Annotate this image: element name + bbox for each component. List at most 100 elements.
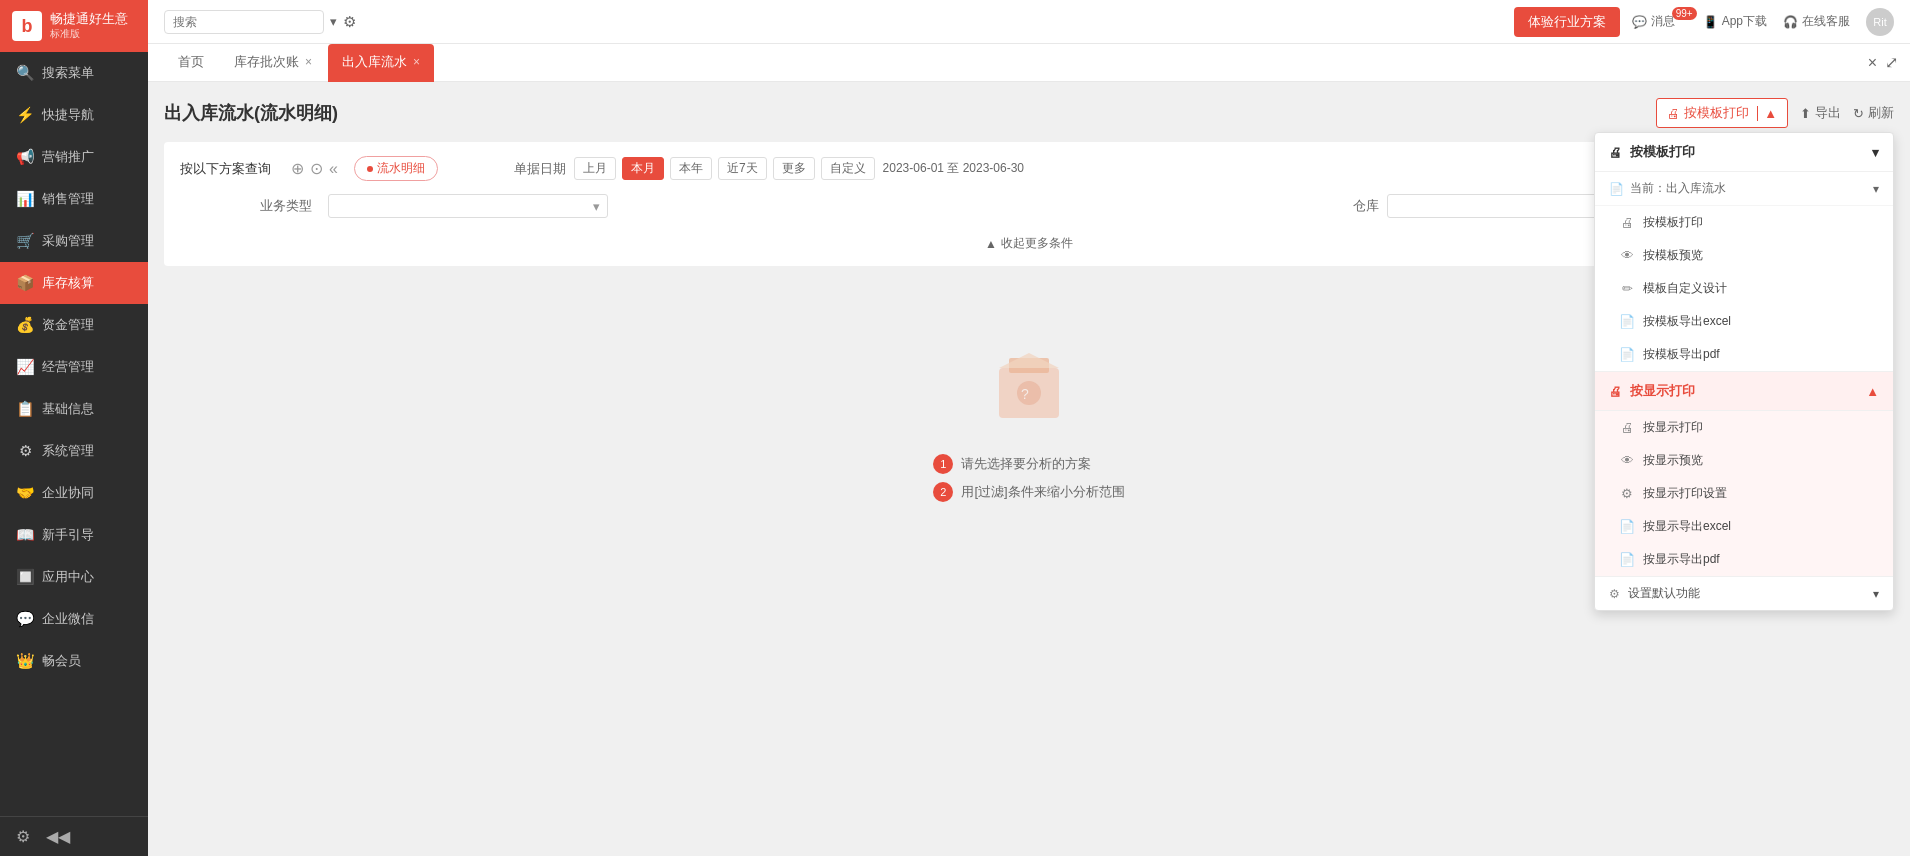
- display-excel-item[interactable]: 📄 按显示导出excel: [1595, 510, 1893, 543]
- print-template-label: 按模板打印: [1684, 104, 1749, 122]
- step-1-text: 请先选择要分析的方案: [961, 455, 1091, 473]
- user-avatar-area[interactable]: Rit: [1866, 8, 1894, 36]
- export-btn[interactable]: ⬆ 导出: [1800, 104, 1841, 122]
- search-input[interactable]: [164, 10, 324, 34]
- sidebar-item-member[interactable]: 👑 畅会员: [0, 640, 148, 682]
- message-badge: 99+: [1672, 7, 1697, 20]
- template-print-item[interactable]: 🖨 按模板打印: [1595, 206, 1893, 239]
- app-download-btn[interactable]: 📱 App下载: [1703, 13, 1767, 30]
- sidebar-logo: b 畅捷通好生意 标准版: [0, 0, 148, 52]
- filter-add-icon[interactable]: ⊕: [291, 159, 304, 178]
- collapse-more-btn[interactable]: ▲ 收起更多条件: [985, 235, 1073, 252]
- date-prev-month-btn[interactable]: 上月: [574, 157, 616, 180]
- display-preview-item-icon: 👁: [1619, 453, 1635, 469]
- sidebar-item-label: 系统管理: [42, 442, 94, 460]
- export-icon: ⬆: [1800, 106, 1811, 121]
- biz-type-select[interactable]: [328, 194, 608, 218]
- date-filter-area: 单据日期 上月 本月 本年 近7天 更多 自定义 2023-06-01 至 20…: [514, 157, 1024, 180]
- display-pdf-item-icon: 📄: [1619, 552, 1635, 568]
- template-preview-item-label: 按模板预览: [1643, 247, 1703, 264]
- current-template-sub-header[interactable]: 📄 当前：出入库流水 ▾: [1595, 172, 1893, 206]
- sidebar-item-label: 快捷导航: [42, 106, 94, 124]
- display-print-section-header[interactable]: 🖨 按显示打印 ▲: [1595, 372, 1893, 411]
- collapse-sidebar-icon[interactable]: ◀◀: [46, 827, 70, 846]
- svg-text:?: ?: [1021, 386, 1029, 402]
- sidebar-item-wechat[interactable]: 💬 企业微信: [0, 598, 148, 640]
- close-tab-window-btn[interactable]: ×: [1868, 54, 1877, 72]
- grid-icon: 🔲: [16, 568, 34, 586]
- display-print-item-label: 按显示打印: [1643, 419, 1703, 436]
- top-header: ▾ ⚙ 体验行业方案 💬 消息 99+ 📱 App下载 🎧 在线客服 Rit: [148, 0, 1910, 44]
- tab-batch[interactable]: 库存批次账 ×: [220, 44, 326, 82]
- industry-btn[interactable]: 体验行业方案: [1514, 7, 1620, 37]
- sidebar-item-inventory[interactable]: 📦 库存核算: [0, 262, 148, 304]
- filter-by-plan-label: 按以下方案查询: [180, 160, 271, 178]
- filter-actions: ⊕ ⊙ «: [291, 159, 338, 178]
- sidebar-item-label: 应用中心: [42, 568, 94, 586]
- tab-flow[interactable]: 出入库流水 ×: [328, 44, 434, 82]
- refresh-btn[interactable]: ↻ 刷新: [1853, 104, 1894, 122]
- phone-icon: 📱: [1703, 15, 1718, 29]
- step-1-num: 1: [933, 454, 953, 474]
- date-cur-year-btn[interactable]: 本年: [670, 157, 712, 180]
- sidebar-item-appcenter[interactable]: 🔲 应用中心: [0, 556, 148, 598]
- filter-collapse-icon[interactable]: «: [329, 160, 338, 178]
- tab-batch-close[interactable]: ×: [305, 55, 312, 69]
- sidebar-item-label: 销售管理: [42, 190, 94, 208]
- template-pdf-item[interactable]: 📄 按模板导出pdf: [1595, 338, 1893, 371]
- display-excel-item-label: 按显示导出excel: [1643, 518, 1731, 535]
- online-service-btn[interactable]: 🎧 在线客服: [1783, 13, 1850, 30]
- sidebar-item-search[interactable]: 🔍 搜索菜单: [0, 52, 148, 94]
- page-title: 出入库流水(流水明细): [164, 101, 338, 125]
- date-custom-btn[interactable]: 自定义: [821, 157, 875, 180]
- template-print-item-label: 按模板打印: [1643, 214, 1703, 231]
- display-pdf-item[interactable]: 📄 按显示导出pdf: [1595, 543, 1893, 576]
- empty-steps: 1 请先选择要分析的方案 2 用[过滤]条件来缩小分析范围: [933, 454, 1124, 502]
- current-template-icon: 📄: [1609, 182, 1624, 196]
- refresh-icon: ↻: [1853, 106, 1864, 121]
- sidebar-item-label: 库存核算: [42, 274, 94, 292]
- user-initial: Rit: [1873, 16, 1886, 28]
- sidebar-item-marketing[interactable]: 📢 营销推广: [0, 136, 148, 178]
- template-custom-item[interactable]: ✏ 模板自定义设计: [1595, 272, 1893, 305]
- print-template-btn[interactable]: 🖨 按模板打印 ▲: [1656, 98, 1788, 128]
- maximize-btn[interactable]: ⤢: [1885, 53, 1898, 72]
- date-7days-btn[interactable]: 近7天: [718, 157, 767, 180]
- print-dropdown-chevron[interactable]: ▲: [1757, 106, 1777, 121]
- settings-bottom-icon[interactable]: ⚙: [16, 827, 30, 846]
- sidebar-item-quicknav[interactable]: ⚡ 快捷导航: [0, 94, 148, 136]
- filter-tag-label: 流水明细: [377, 160, 425, 177]
- messages-btn[interactable]: 💬 消息 99+: [1632, 13, 1687, 30]
- template-print-section-header[interactable]: 🖨 按模板打印 ▾: [1595, 133, 1893, 172]
- search-dropdown-icon[interactable]: ▾: [330, 14, 337, 29]
- sidebar: b 畅捷通好生意 标准版 🔍 搜索菜单 ⚡ 快捷导航 📢 营销推广 📊 销售管理…: [0, 0, 148, 856]
- display-print-icon: 🖨: [1609, 384, 1622, 399]
- settings-default-chevron-icon: ▾: [1873, 587, 1879, 601]
- filter-tag-item[interactable]: 流水明细: [354, 156, 438, 181]
- default-settings-section[interactable]: ⚙ 设置默认功能 ▾: [1595, 576, 1893, 610]
- sidebar-item-purchase[interactable]: 🛒 采购管理: [0, 220, 148, 262]
- message-icon: 💬: [1632, 15, 1647, 29]
- sidebar-item-system[interactable]: ⚙ 系统管理: [0, 430, 148, 472]
- sidebar-item-sales[interactable]: 📊 销售管理: [0, 178, 148, 220]
- display-print-item-icon: 🖨: [1619, 420, 1635, 436]
- sidebar-item-operation[interactable]: 📈 经营管理: [0, 346, 148, 388]
- tab-home[interactable]: 首页: [164, 44, 218, 82]
- refresh-label: 刷新: [1868, 104, 1894, 122]
- sidebar-item-finance[interactable]: 💰 资金管理: [0, 304, 148, 346]
- date-cur-month-btn[interactable]: 本月: [622, 157, 664, 180]
- display-settings-item[interactable]: ⚙ 按显示打印设置: [1595, 477, 1893, 510]
- template-excel-item[interactable]: 📄 按模板导出excel: [1595, 305, 1893, 338]
- tab-flow-close[interactable]: ×: [413, 55, 420, 69]
- sidebar-item-label: 搜索菜单: [42, 64, 94, 82]
- template-preview-item[interactable]: 👁 按模板预览: [1595, 239, 1893, 272]
- date-more-btn[interactable]: 更多: [773, 157, 815, 180]
- settings-header-icon[interactable]: ⚙: [343, 13, 356, 31]
- page-content: 出入库流水(流水明细) 🖨 按模板打印 ▲ ⬆ 导出 ↻ 刷新: [148, 82, 1910, 856]
- display-print-item[interactable]: 🖨 按显示打印: [1595, 411, 1893, 444]
- sidebar-item-guide[interactable]: 📖 新手引导: [0, 514, 148, 556]
- sidebar-item-collab[interactable]: 🤝 企业协同: [0, 472, 148, 514]
- filter-gear-icon[interactable]: ⊙: [310, 159, 323, 178]
- sidebar-item-basic[interactable]: 📋 基础信息: [0, 388, 148, 430]
- display-preview-item[interactable]: 👁 按显示预览: [1595, 444, 1893, 477]
